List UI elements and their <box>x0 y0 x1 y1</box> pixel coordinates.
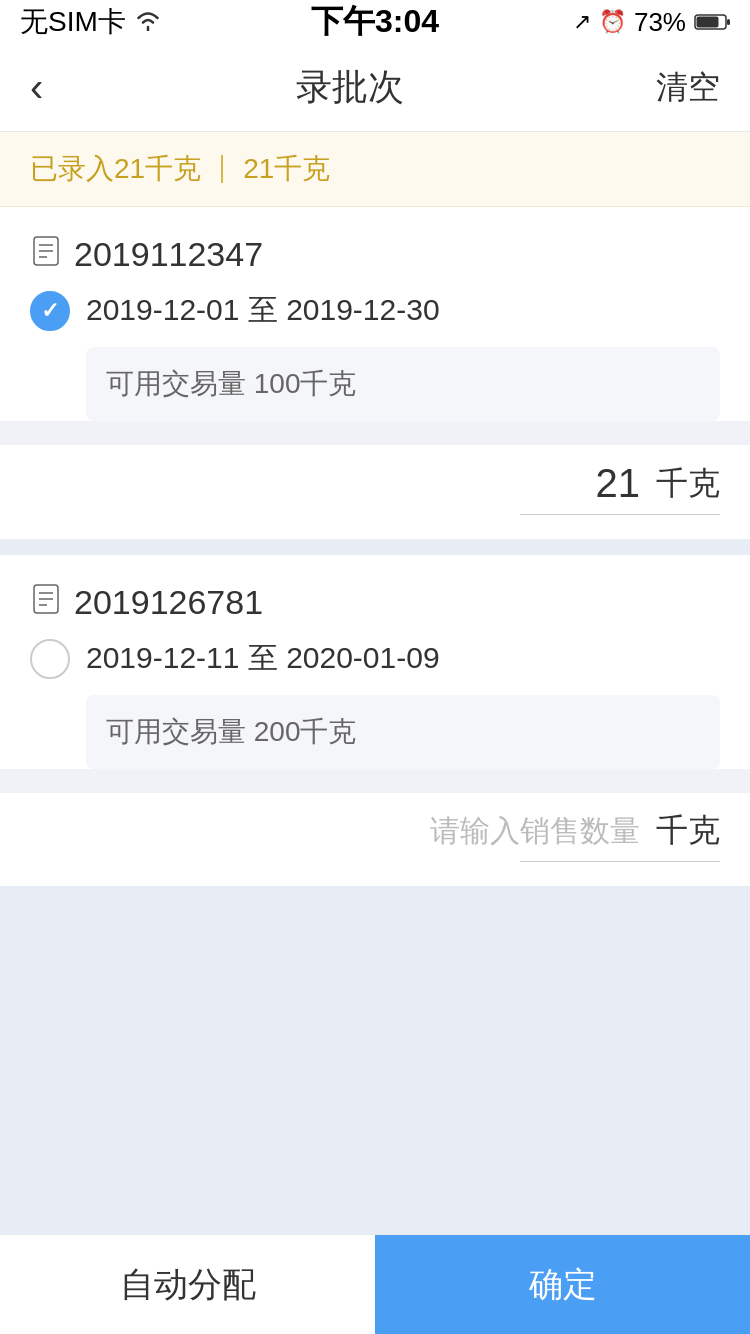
batch-2-id: 2019126781 <box>74 583 263 622</box>
svg-rect-1 <box>727 19 730 25</box>
clear-button[interactable]: 清空 <box>656 66 720 110</box>
batch-2-availability-text: 可用交易量 200千克 <box>106 716 357 747</box>
nav-bar: ‹ 录批次 清空 <box>0 44 750 132</box>
empty-area <box>0 886 750 1286</box>
batch-2-radio[interactable] <box>30 639 70 679</box>
status-left: 无SIM卡 <box>20 3 162 41</box>
batch-1-quantity-wrapper: 21 千克 <box>0 445 750 539</box>
batch-1-quantity-unit: 千克 <box>656 462 720 506</box>
batch-1-date-row[interactable]: 2019-12-01 至 2019-12-30 <box>30 290 720 331</box>
batch-1-card: 2019112347 2019-12-01 至 2019-12-30 可用交易量… <box>0 207 750 421</box>
recorded-label: 已录入21千克 <box>30 150 201 188</box>
batch-2-availability: 可用交易量 200千克 <box>86 695 720 769</box>
bottom-bar: 自动分配 确定 <box>0 1234 750 1334</box>
batch-1-quantity-row: 21 千克 <box>0 445 750 506</box>
batch-2-input-wrapper: 请输入销售数量 千克 <box>0 793 750 886</box>
summary-banner: 已录入21千克 21千克 <box>0 132 750 207</box>
batch-1-availability: 可用交易量 100千克 <box>86 347 720 421</box>
batch-2-input-row: 请输入销售数量 千克 <box>0 793 750 853</box>
total-label: 21千克 <box>243 150 330 188</box>
status-bar: 无SIM卡 下午3:04 ↗ ⏰ 73% <box>0 0 750 44</box>
batch-2-input-unit: 千克 <box>656 809 720 853</box>
summary-divider <box>221 155 223 183</box>
status-right: ↗ ⏰ 73% <box>573 7 730 38</box>
batch-1-id: 2019112347 <box>74 235 263 274</box>
batch-2-icon <box>30 583 62 622</box>
location-icon: ↗ <box>573 9 591 35</box>
batch-1-header: 2019112347 <box>30 235 720 274</box>
battery-label: 73% <box>634 7 686 38</box>
confirm-button[interactable]: 确定 <box>375 1235 750 1334</box>
wifi-icon <box>134 6 162 38</box>
carrier-label: 无SIM卡 <box>20 3 126 41</box>
back-button[interactable]: ‹ <box>30 65 43 110</box>
batch-1-date: 2019-12-01 至 2019-12-30 <box>86 290 440 331</box>
batch-2-input-placeholder: 请输入销售数量 <box>430 811 640 852</box>
batch-2-date-row[interactable]: 2019-12-11 至 2020-01-09 <box>30 638 720 679</box>
batch-1-availability-text: 可用交易量 100千克 <box>106 368 357 399</box>
alarm-icon: ⏰ <box>599 9 626 35</box>
batch-2-header: 2019126781 <box>30 583 720 622</box>
batch-2-card: 2019126781 2019-12-11 至 2020-01-09 可用交易量… <box>0 555 750 769</box>
time-label: 下午3:04 <box>311 0 439 44</box>
batch-1-icon <box>30 235 62 274</box>
section-divider-1 <box>0 539 750 555</box>
batch-1-radio[interactable] <box>30 291 70 331</box>
auto-distribute-button[interactable]: 自动分配 <box>0 1235 375 1334</box>
page-title: 录批次 <box>296 63 404 112</box>
batch-2-date: 2019-12-11 至 2020-01-09 <box>86 638 440 679</box>
batch-1-quantity-value[interactable]: 21 <box>596 461 641 506</box>
battery-icon <box>694 7 730 38</box>
svg-rect-2 <box>697 16 719 27</box>
